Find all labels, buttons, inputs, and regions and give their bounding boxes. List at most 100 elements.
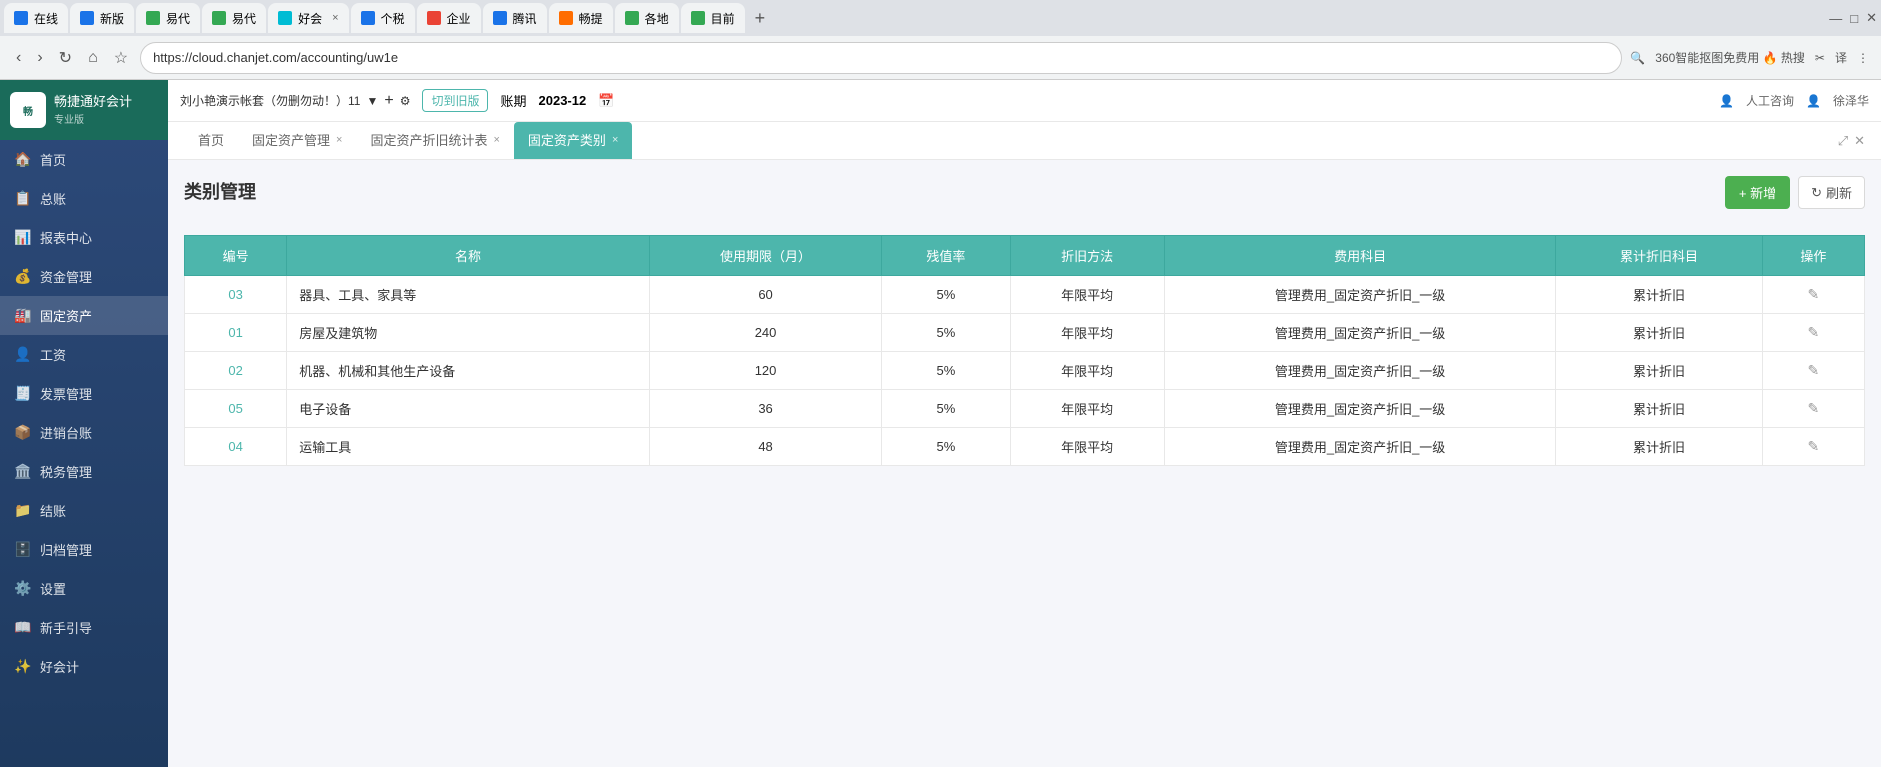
calendar-icon[interactable]: 📅 bbox=[598, 93, 614, 109]
browser-tab-6[interactable]: 企业 bbox=[417, 3, 481, 33]
page-tab-assets-mgmt[interactable]: 固定资产管理 × bbox=[238, 122, 356, 159]
cell-action-3[interactable]: ✎ bbox=[1762, 390, 1864, 428]
sidebar-header: 畅 畅捷通好会计 专业版 bbox=[0, 80, 168, 140]
dropdown-arrow-icon[interactable]: ▼ bbox=[366, 94, 378, 108]
sidebar-item-closing[interactable]: 📁 结账 bbox=[0, 491, 168, 530]
browser-tab-8[interactable]: 畅提 bbox=[549, 3, 613, 33]
col-header-expense: 费用科目 bbox=[1164, 236, 1556, 276]
tab-favicon-5 bbox=[361, 11, 375, 25]
browser-tab-2[interactable]: 易代 bbox=[136, 3, 200, 33]
maximize-page-button[interactable]: ⤢ bbox=[1838, 133, 1848, 149]
page-tab-depreciation-close[interactable]: × bbox=[493, 134, 499, 146]
cell-name-4: 运输工具 bbox=[287, 428, 650, 466]
cell-expense-4: 管理费用_固定资产折旧_一级 bbox=[1164, 428, 1556, 466]
sidebar-item-assets[interactable]: 🏭 固定资产 bbox=[0, 296, 168, 335]
close-page-button[interactable]: ✕ bbox=[1854, 133, 1865, 149]
cell-expense-2: 管理费用_固定资产折旧_一级 bbox=[1164, 352, 1556, 390]
user-info-text: 刘小艳演示帐套（勿删勿动！）11 bbox=[180, 92, 360, 109]
sidebar-label-inventory: 进销台账 bbox=[40, 423, 92, 442]
settings-icon: ⚙️ bbox=[14, 580, 32, 598]
page-tab-category-label: 固定资产类别 bbox=[528, 130, 606, 149]
browser-tab-5[interactable]: 个税 bbox=[351, 3, 415, 33]
cell-name-2: 机器、机械和其他生产设备 bbox=[287, 352, 650, 390]
forward-button[interactable]: › bbox=[33, 45, 46, 71]
browser-tab-4[interactable]: 好会 × bbox=[268, 3, 348, 33]
cell-expense-1: 管理费用_固定资产折旧_一级 bbox=[1164, 314, 1556, 352]
sidebar-item-payroll[interactable]: 👤 工资 bbox=[0, 335, 168, 374]
page-tab-category[interactable]: 固定资产类别 × bbox=[514, 122, 632, 159]
cut-icon: ✂ bbox=[1815, 51, 1825, 65]
consult-label[interactable]: 人工咨询 bbox=[1746, 92, 1794, 109]
page-tab-home[interactable]: 首页 bbox=[184, 122, 238, 159]
edit-icon-1[interactable]: ✎ bbox=[1808, 324, 1820, 340]
tab-close-4[interactable]: × bbox=[332, 12, 338, 24]
browser-tab-9[interactable]: 各地 bbox=[615, 3, 679, 33]
cell-depreciation-1: 累计折旧 bbox=[1556, 314, 1762, 352]
minimize-button[interactable]: — bbox=[1829, 11, 1842, 26]
table-body: 03 器具、工具、家具等 60 5% 年限平均 管理费用_固定资产折旧_一级 累… bbox=[185, 276, 1865, 466]
cell-name-0: 器具、工具、家具等 bbox=[287, 276, 650, 314]
home-button[interactable]: ⌂ bbox=[84, 45, 102, 71]
add-button[interactable]: + 新增 bbox=[1725, 176, 1790, 209]
page-tab-actions: ⤢ ✕ bbox=[1838, 133, 1865, 149]
refresh-button[interactable]: ↻ 刷新 bbox=[1798, 176, 1865, 209]
cell-action-1[interactable]: ✎ bbox=[1762, 314, 1864, 352]
cell-months-0: 60 bbox=[649, 276, 881, 314]
translate-icon: 译 bbox=[1835, 49, 1847, 66]
more-icon[interactable]: ⋮ bbox=[1857, 51, 1869, 65]
account-info: 刘小艳演示帐套（勿删勿动！）11 ▼ + ⚙ bbox=[180, 92, 410, 110]
edit-icon-2[interactable]: ✎ bbox=[1808, 362, 1820, 378]
sidebar-item-home[interactable]: 🏠 首页 bbox=[0, 140, 168, 179]
sidebar-item-funds[interactable]: 💰 资金管理 bbox=[0, 257, 168, 296]
sidebar-logo: 畅 bbox=[10, 92, 46, 128]
browser-tab-10[interactable]: 目前 bbox=[681, 3, 745, 33]
cell-ratio-4: 5% bbox=[882, 428, 1010, 466]
table-row: 05 电子设备 36 5% 年限平均 管理费用_固定资产折旧_一级 累计折旧 ✎ bbox=[185, 390, 1865, 428]
ledger-icon: 📋 bbox=[14, 190, 32, 208]
page-tab-depreciation-table[interactable]: 固定资产折旧统计表 × bbox=[356, 122, 513, 159]
sidebar-item-guide[interactable]: 📖 新手引导 bbox=[0, 608, 168, 647]
tab-label-4: 好会 bbox=[298, 10, 322, 27]
browser-tab-7[interactable]: 腾讯 bbox=[483, 3, 547, 33]
sidebar-item-archive[interactable]: 🗄️ 归档管理 bbox=[0, 530, 168, 569]
sidebar-item-invoice[interactable]: 🧾 发票管理 bbox=[0, 374, 168, 413]
cell-action-2[interactable]: ✎ bbox=[1762, 352, 1864, 390]
cell-action-0[interactable]: ✎ bbox=[1762, 276, 1864, 314]
sidebar-label-ledger: 总账 bbox=[40, 189, 66, 208]
cell-method-2: 年限平均 bbox=[1010, 352, 1164, 390]
sidebar-item-tax[interactable]: 🏛️ 税务管理 bbox=[0, 452, 168, 491]
add-account-button[interactable]: + bbox=[384, 92, 393, 110]
reports-icon: 📊 bbox=[14, 229, 32, 247]
settings-gear-icon[interactable]: ⚙ bbox=[400, 94, 411, 108]
sidebar-item-haokuai[interactable]: ✨ 好会计 bbox=[0, 647, 168, 686]
tab-favicon-4 bbox=[278, 11, 292, 25]
payroll-icon: 👤 bbox=[14, 346, 32, 364]
sidebar-item-settings[interactable]: ⚙️ 设置 bbox=[0, 569, 168, 608]
browser-tab-1[interactable]: 新版 bbox=[70, 3, 134, 33]
new-tab-button[interactable]: + bbox=[747, 8, 774, 29]
tab-label-8: 畅提 bbox=[579, 10, 603, 27]
browser-tab-3[interactable]: 易代 bbox=[202, 3, 266, 33]
close-window-button[interactable]: ✕ bbox=[1866, 10, 1877, 26]
address-input[interactable] bbox=[140, 42, 1622, 74]
back-button[interactable]: ‹ bbox=[12, 45, 25, 71]
cell-method-0: 年限平均 bbox=[1010, 276, 1164, 314]
maximize-button[interactable]: □ bbox=[1850, 11, 1858, 26]
bookmark-button[interactable]: ☆ bbox=[110, 44, 132, 72]
search-label: 360智能抠图免费用 🔥 热搜 bbox=[1655, 49, 1805, 66]
page-tab-category-close[interactable]: × bbox=[612, 134, 618, 146]
browser-tab-0[interactable]: 在线 bbox=[4, 3, 68, 33]
page-tab-assets-mgmt-close[interactable]: × bbox=[336, 134, 342, 146]
edit-icon-0[interactable]: ✎ bbox=[1808, 286, 1820, 302]
sidebar-item-inventory[interactable]: 📦 进销台账 bbox=[0, 413, 168, 452]
edit-icon-4[interactable]: ✎ bbox=[1808, 438, 1820, 454]
page-tab-assets-mgmt-label: 固定资产管理 bbox=[252, 130, 330, 149]
cell-action-4[interactable]: ✎ bbox=[1762, 428, 1864, 466]
col-header-name: 名称 bbox=[287, 236, 650, 276]
refresh-icon: ↻ bbox=[1811, 185, 1822, 201]
switch-version-button[interactable]: 切到旧版 bbox=[422, 89, 488, 112]
edit-icon-3[interactable]: ✎ bbox=[1808, 400, 1820, 416]
reload-button[interactable]: ↻ bbox=[55, 44, 76, 72]
sidebar-item-ledger[interactable]: 📋 总账 bbox=[0, 179, 168, 218]
sidebar-item-reports[interactable]: 📊 报表中心 bbox=[0, 218, 168, 257]
